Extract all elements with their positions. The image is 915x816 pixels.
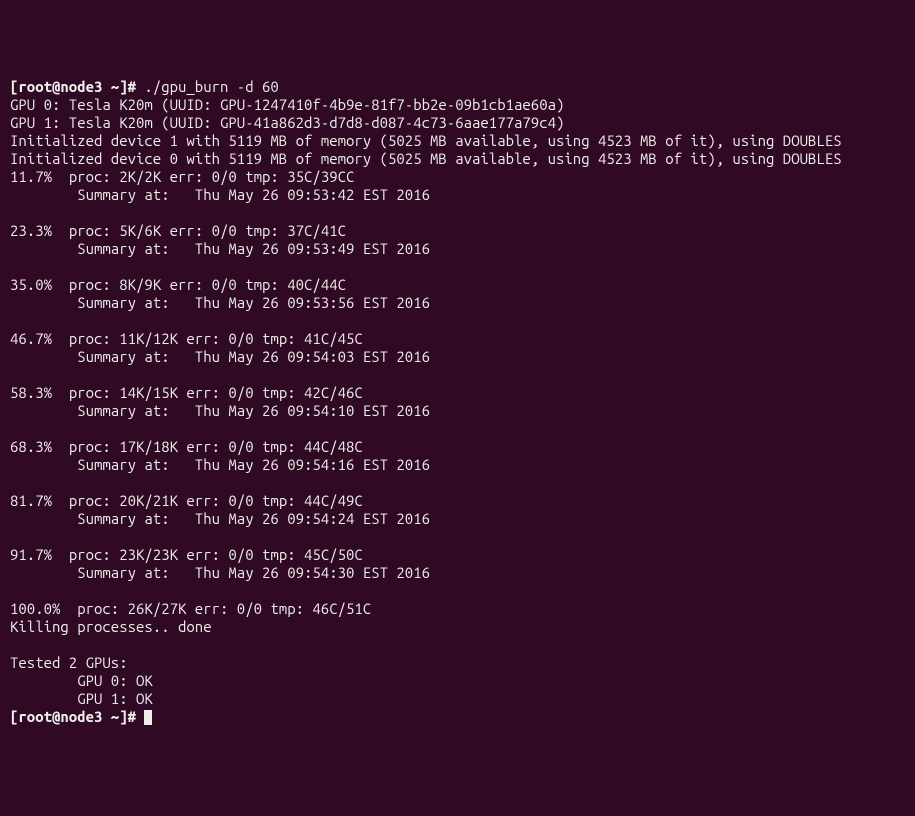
summary-line: Summary at: Thu May 26 09:54:10 EST 2016	[10, 402, 430, 419]
progress-pct: 46.7%	[10, 330, 52, 347]
tested-result: GPU 1: OK	[10, 690, 153, 707]
progress-detail: proc: 5K/6K err: 0/0 tmp: 37C/41C	[52, 222, 346, 239]
progress-detail: proc: 2K/2K err: 0/0 tmp: 35C/39CC	[52, 168, 354, 185]
terminal-output[interactable]: [root@node3 ~]# ./gpu_burn -d 60 GPU 0: …	[10, 78, 905, 726]
progress-pct: 81.7%	[10, 492, 52, 509]
progress-detail: proc: 26K/27K err: 0/0 tmp: 46C/51C	[60, 600, 371, 617]
progress-pct: 35.0%	[10, 276, 52, 293]
progress-pct: 58.3%	[10, 384, 52, 401]
progress-detail: proc: 20K/21K err: 0/0 tmp: 44C/49C	[52, 492, 363, 509]
progress-detail: proc: 11K/12K err: 0/0 tmp: 41C/45C	[52, 330, 363, 347]
init-line: Initialized device 1 with 5119 MB of mem…	[10, 132, 842, 149]
progress-detail: proc: 23K/23K err: 0/0 tmp: 45C/50C	[52, 546, 363, 563]
init-line: Initialized device 0 with 5119 MB of mem…	[10, 150, 842, 167]
summary-line: Summary at: Thu May 26 09:54:16 EST 2016	[10, 456, 430, 473]
progress-pct: 11.7%	[10, 168, 52, 185]
summary-line: Summary at: Thu May 26 09:54:30 EST 2016	[10, 564, 430, 581]
killing-line: Killing processes.. done	[10, 618, 212, 635]
summary-line: Summary at: Thu May 26 09:53:49 EST 2016	[10, 240, 430, 257]
gpu-info-line: GPU 0: Tesla K20m (UUID: GPU-1247410f-4b…	[10, 96, 564, 113]
summary-line: Summary at: Thu May 26 09:54:03 EST 2016	[10, 348, 430, 365]
progress-pct: 68.3%	[10, 438, 52, 455]
tested-result: GPU 0: OK	[10, 672, 153, 689]
tested-header: Tested 2 GPUs:	[10, 654, 128, 671]
progress-pct: 23.3%	[10, 222, 52, 239]
gpu-info-line: GPU 1: Tesla K20m (UUID: GPU-41a862d3-d7…	[10, 114, 564, 131]
shell-prompt: [root@node3 ~]#	[10, 78, 144, 95]
summary-line: Summary at: Thu May 26 09:53:42 EST 2016	[10, 186, 430, 203]
summary-line: Summary at: Thu May 26 09:54:24 EST 2016	[10, 510, 430, 527]
progress-detail: proc: 8K/9K err: 0/0 tmp: 40C/44C	[52, 276, 346, 293]
command-text: ./gpu_burn -d 60	[144, 78, 278, 95]
shell-prompt: [root@node3 ~]#	[10, 708, 144, 725]
progress-pct: 100.0%	[10, 600, 60, 617]
progress-detail: proc: 14K/15K err: 0/0 tmp: 42C/46C	[52, 384, 363, 401]
cursor-icon	[144, 710, 152, 725]
progress-detail: proc: 17K/18K err: 0/0 tmp: 44C/48C	[52, 438, 363, 455]
summary-line: Summary at: Thu May 26 09:53:56 EST 2016	[10, 294, 430, 311]
progress-pct: 91.7%	[10, 546, 52, 563]
